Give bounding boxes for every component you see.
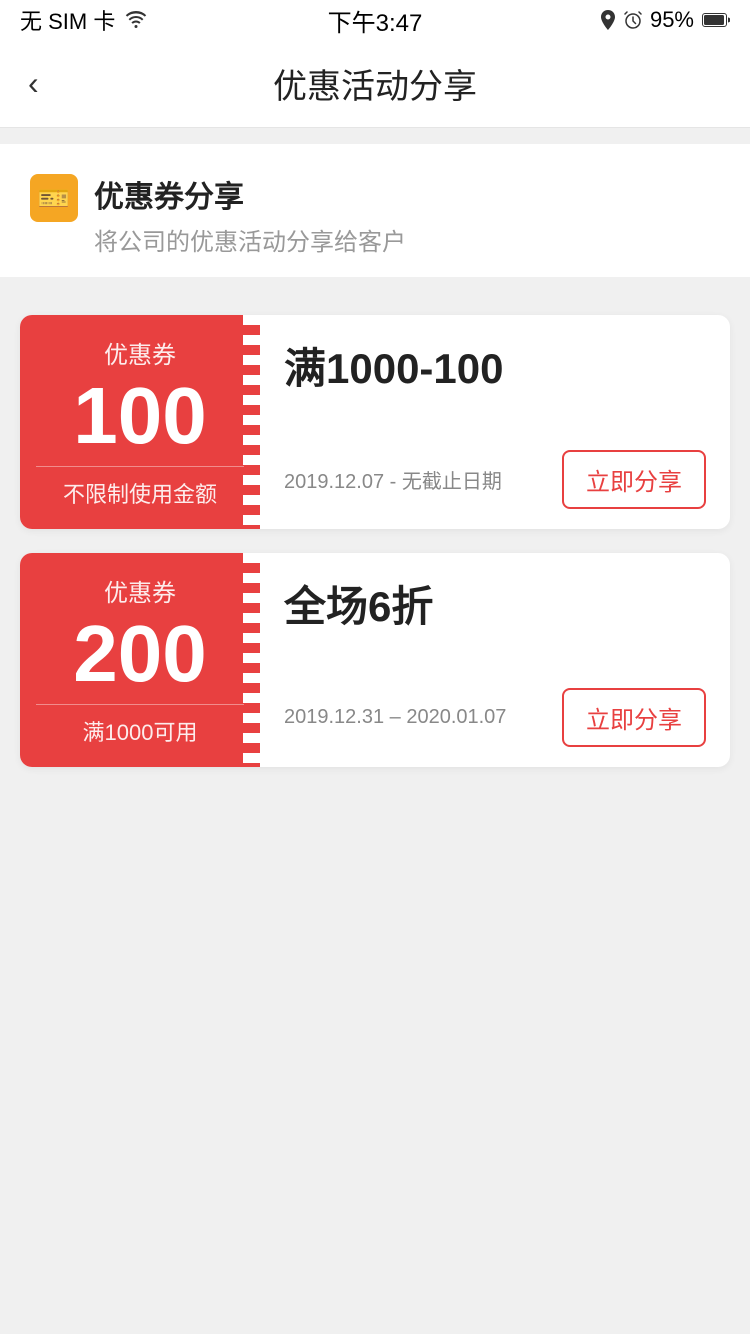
coupon-footer-2: 2019.12.31 – 2020.01.07 立即分享	[284, 688, 706, 747]
coupon-condition-2: 满1000可用	[36, 704, 244, 747]
coupon-date-2: 2019.12.31 – 2020.01.07	[284, 706, 552, 729]
coupon-footer-1: 2019.12.07 - 无截止日期 立即分享	[284, 450, 706, 509]
coupon-date-1: 2019.12.07 - 无截止日期	[284, 465, 552, 494]
coupon-title-1: 满1000-100	[284, 335, 706, 396]
nav-bar: ‹ 优惠活动分享	[0, 40, 750, 128]
wifi-icon	[125, 11, 147, 29]
battery-icon	[702, 13, 730, 27]
coupon-amount-1: 100	[73, 376, 206, 456]
section-icon-box: 🎫	[30, 174, 78, 222]
share-button-1[interactable]: 立即分享	[562, 450, 706, 509]
coupon-right-1: 满1000-100 2019.12.07 - 无截止日期 立即分享	[260, 315, 730, 529]
coupon-label-1: 优惠券	[104, 335, 176, 370]
status-left: 无 SIM 卡	[20, 4, 147, 36]
coupon-condition-1: 不限制使用金额	[36, 466, 244, 509]
back-button[interactable]: ‹	[28, 65, 39, 102]
section-divider-top	[0, 128, 750, 144]
coupon-title-2: 全场6折	[284, 573, 706, 634]
coupon-list: 优惠券 100 不限制使用金额 满1000-100 2019.12.07 - 无…	[0, 295, 750, 767]
status-time: 下午3:47	[328, 3, 423, 38]
battery-text: 95%	[650, 7, 694, 33]
section-divider-bottom	[0, 279, 750, 295]
section-text: 优惠券分享 将公司的优惠活动分享给客户	[94, 172, 406, 257]
share-button-2[interactable]: 立即分享	[562, 688, 706, 747]
status-bar: 无 SIM 卡 下午3:47 95%	[0, 0, 750, 40]
coupon-left-1: 优惠券 100 不限制使用金额	[20, 315, 260, 529]
page-title: 优惠活动分享	[273, 59, 477, 108]
carrier-text: 无 SIM 卡	[20, 4, 115, 36]
coupon-card-2: 优惠券 200 满1000可用 全场6折 2019.12.31 – 2020.0…	[20, 553, 730, 767]
status-right: 95%	[600, 7, 730, 33]
section-header: 🎫 优惠券分享 将公司的优惠活动分享给客户	[0, 144, 750, 277]
coupon-amount-2: 200	[73, 614, 206, 694]
section-title: 优惠券分享	[94, 172, 406, 216]
alarm-icon	[624, 10, 642, 30]
coupon-label-2: 优惠券	[104, 573, 176, 608]
coupon-right-2: 全场6折 2019.12.31 – 2020.01.07 立即分享	[260, 553, 730, 767]
coupon-icon: 🎫	[38, 183, 70, 214]
coupon-card-1: 优惠券 100 不限制使用金额 满1000-100 2019.12.07 - 无…	[20, 315, 730, 529]
location-icon	[600, 10, 616, 30]
coupon-left-2: 优惠券 200 满1000可用	[20, 553, 260, 767]
section-subtitle: 将公司的优惠活动分享给客户	[94, 222, 406, 257]
